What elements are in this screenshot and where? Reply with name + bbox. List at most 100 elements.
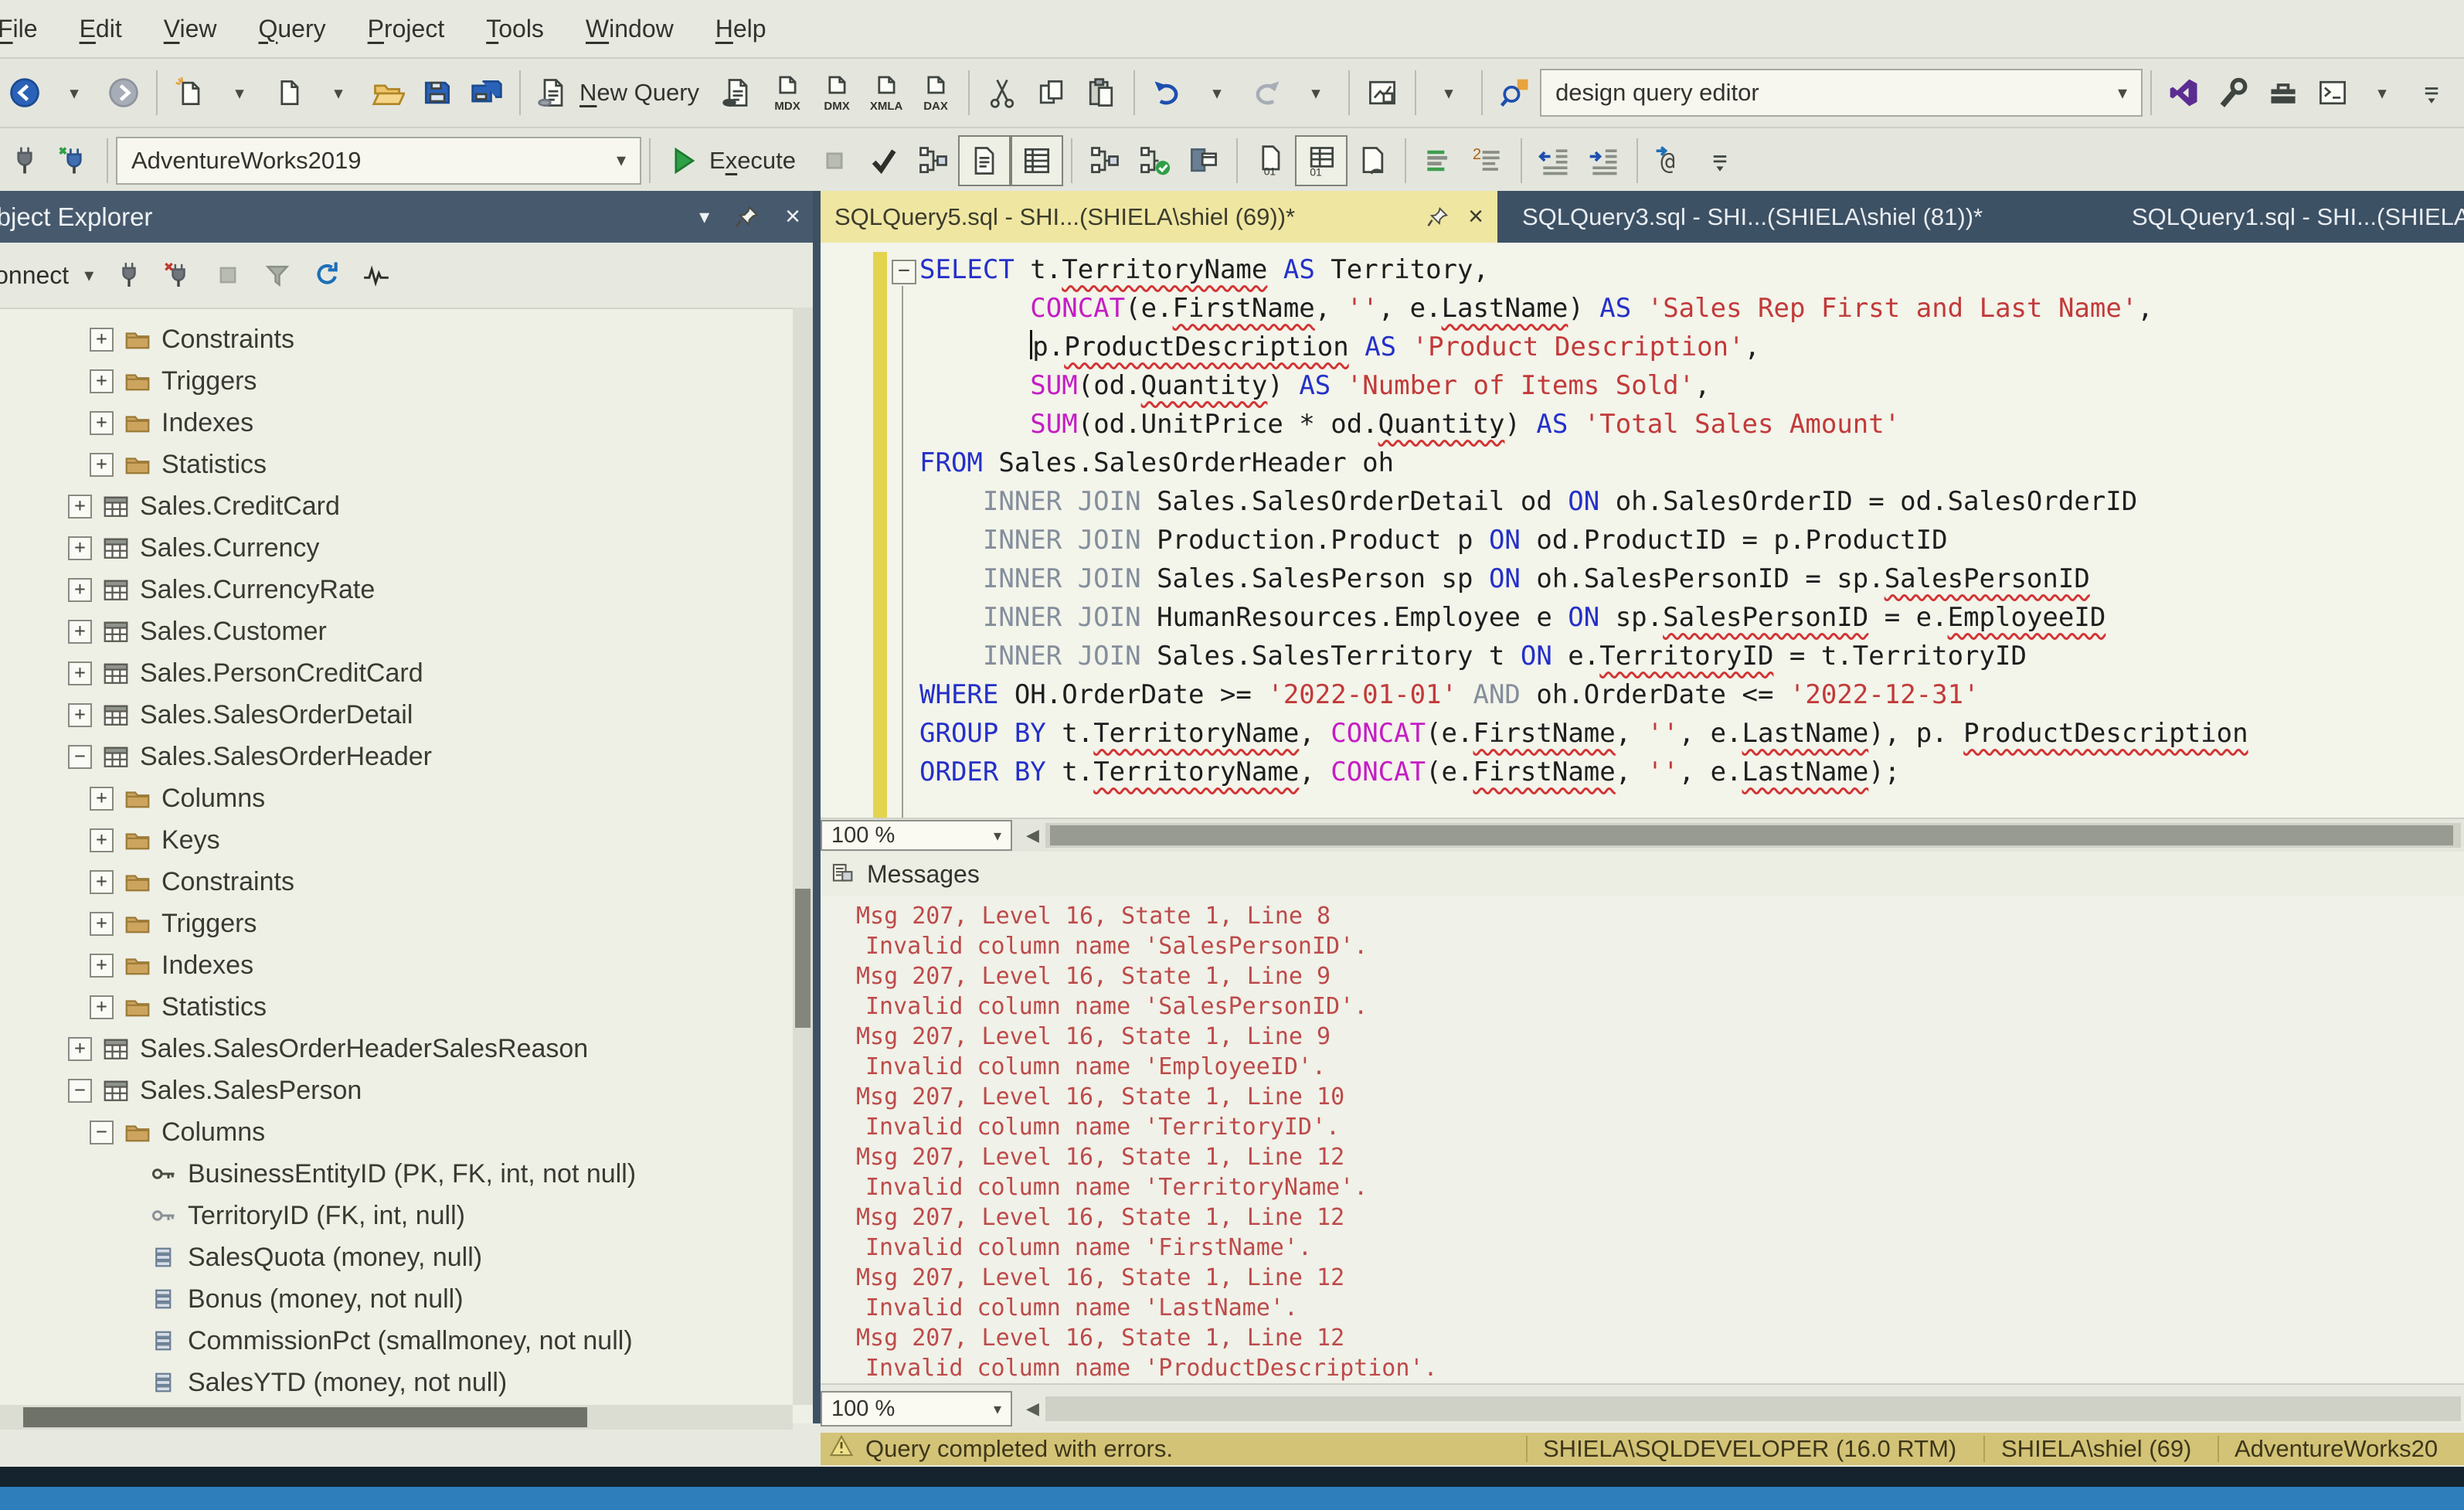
query-doc-button[interactable]: MDX [763,66,812,119]
database-select[interactable]: AdventureWorks2019 ▾ [116,136,641,185]
plug-disconnect-button[interactable] [154,249,203,301]
gi-diagram-check-button[interactable] [1130,134,1179,187]
messages-hscrollbar[interactable] [1045,1396,2461,1421]
at-arrow-button[interactable]: @ [1646,134,1695,187]
save-button[interactable] [413,66,462,119]
code-fold-toggle[interactable]: − [892,260,916,284]
messages-zoom-select[interactable]: 100 % ▾ [821,1391,1012,1427]
menu-item-edit[interactable]: Edit [59,15,143,43]
collapse-icon[interactable]: − [68,744,92,769]
copy-button[interactable] [1027,66,1076,119]
redo-button[interactable] [1242,66,1291,119]
toolbox-button[interactable] [2258,66,2308,119]
paste-button[interactable] [1076,66,1126,119]
tree-item-statistics[interactable]: + Statistics [0,444,793,485]
tree-item-salesytd[interactable]: SalesYTD (money, not null) [0,1362,793,1403]
document-tab-3[interactable]: SQLQuery1.sql - SHI...(SHIELA\ [2107,191,2464,243]
new-file-button[interactable] [165,66,215,119]
messages-tab[interactable]: Messages [821,852,2464,896]
tree-item-businessentityid[interactable]: BusinessEntityID (PK, FK, int, not null) [0,1153,793,1195]
menu-item-query[interactable]: Query [237,15,346,43]
menu-item-tools[interactable]: Tools [465,15,565,43]
expand-icon[interactable]: + [90,828,114,852]
expand-icon[interactable]: + [90,410,114,435]
expand-icon[interactable]: + [90,452,114,477]
query-doc-button[interactable]: DAX [911,66,960,119]
tree-item-constraints[interactable]: + Constraints [0,318,793,360]
pin-icon[interactable] [734,204,760,230]
tree-item-indexes[interactable]: + Indexes [0,402,793,444]
dropdown-caret-button[interactable]: ▾ [314,66,363,119]
expand-icon[interactable]: + [68,702,92,727]
query-doc-button[interactable]: DMX [812,66,862,119]
open-folder-button[interactable] [363,66,413,119]
gi-grid01-button[interactable]: 01 [1295,134,1348,186]
forward-circle-button[interactable] [99,66,148,119]
tree-item-territoryid[interactable]: TerritoryID (FK, int, null) [0,1195,793,1236]
expand-icon[interactable]: + [90,995,114,1019]
sql-editor[interactable]: − SELECT t.TerritoryName AS Territory, C… [821,243,2464,818]
plug-gray-button[interactable] [104,249,154,301]
tree-item-sales.salesorderheader[interactable]: − Sales.SalesOrderHeader [0,736,793,777]
gi-doc01-button[interactable]: 01 [1246,134,1295,187]
stop-gray-button[interactable] [810,134,859,187]
gi-lines2-button[interactable]: 2 [1463,134,1513,187]
gi-diagram-button[interactable] [1080,134,1130,187]
tree-item-triggers[interactable]: + Triggers [0,360,793,402]
search-button[interactable] [1490,66,1540,119]
tree-item-sales.currencyrate[interactable]: + Sales.CurrencyRate [0,569,793,610]
expand-icon[interactable]: + [90,369,114,393]
quick-launch-search-input[interactable]: design query editor ▾ [1540,69,2143,117]
save-all-button[interactable] [462,66,511,119]
tree-item-columns[interactable]: − Columns [0,1111,793,1153]
overflow-button[interactable] [2407,66,2456,119]
gi-grid-lines-button[interactable] [1011,134,1064,186]
scroll-left-icon[interactable]: ◀ [1026,825,1039,845]
execute-label[interactable]: Execute [709,147,796,175]
menu-item-project[interactable]: Project [347,15,466,43]
dropdown-caret-button[interactable]: ▾ [215,66,264,119]
query-designer-button[interactable] [1358,66,1407,119]
connect-button[interactable]: Connect ▾ [0,261,104,290]
cut-button[interactable] [977,66,1027,119]
object-explorer-hscrollbar[interactable] [0,1405,793,1430]
menu-item-file[interactable]: File [0,15,59,43]
new-query-label[interactable]: New Query [579,79,699,107]
tree-item-sales.currency[interactable]: + Sales.Currency [0,527,793,569]
vs-logo-button[interactable] [2160,66,2209,119]
tree-item-triggers[interactable]: + Triggers [0,903,793,944]
gi-lines-green-button[interactable] [1414,134,1463,187]
tree-item-commissionpct[interactable]: CommissionPct (smallmoney, not null) [0,1320,793,1362]
overflow-button[interactable] [1695,134,1745,187]
messages-pane[interactable]: Msg 207, Level 16, State 1, Line 8 Invali… [821,896,2464,1383]
tree-item-sales.personcreditcard[interactable]: + Sales.PersonCreditCard [0,652,793,694]
tree-item-sales.creditcard[interactable]: + Sales.CreditCard [0,485,793,527]
expand-icon[interactable]: + [68,536,92,560]
wrench-button[interactable] [2209,66,2258,119]
undo-button[interactable] [1143,66,1192,119]
collapse-icon[interactable]: − [90,1120,114,1144]
tree-item-constraints[interactable]: + Constraints [0,861,793,903]
gi-doc-lines-button[interactable] [958,134,1011,186]
editor-zoom-select[interactable]: 100 % ▾ [821,820,1012,851]
expand-icon[interactable]: + [90,953,114,978]
pin-icon[interactable] [1426,206,1450,229]
expand-icon[interactable]: + [68,661,92,685]
close-icon[interactable]: × [1468,202,1483,232]
stop-disabled-button[interactable] [203,249,253,301]
tree-item-statistics[interactable]: + Statistics [0,986,793,1028]
dropdown-caret-button[interactable]: ▾ [1291,66,1341,119]
play-button[interactable] [658,134,708,187]
analysis-doc-button[interactable] [713,66,763,119]
collapse-icon[interactable]: − [68,1078,92,1103]
dropdown-caret-button[interactable]: ▾ [1192,66,1242,119]
tree-item-sales.customer[interactable]: + Sales.Customer [0,610,793,652]
tree-item-indexes[interactable]: + Indexes [0,944,793,986]
close-icon[interactable]: × [785,202,800,232]
filter-button[interactable] [253,249,302,301]
expand-icon[interactable]: + [90,911,114,936]
tree-item-sales.salesperson[interactable]: − Sales.SalesPerson [0,1070,793,1111]
dropdown-caret-button[interactable]: ▾ [1424,66,1473,119]
gi-server-button[interactable] [1179,134,1229,187]
tree-item-bonus[interactable]: Bonus (money, not null) [0,1278,793,1320]
